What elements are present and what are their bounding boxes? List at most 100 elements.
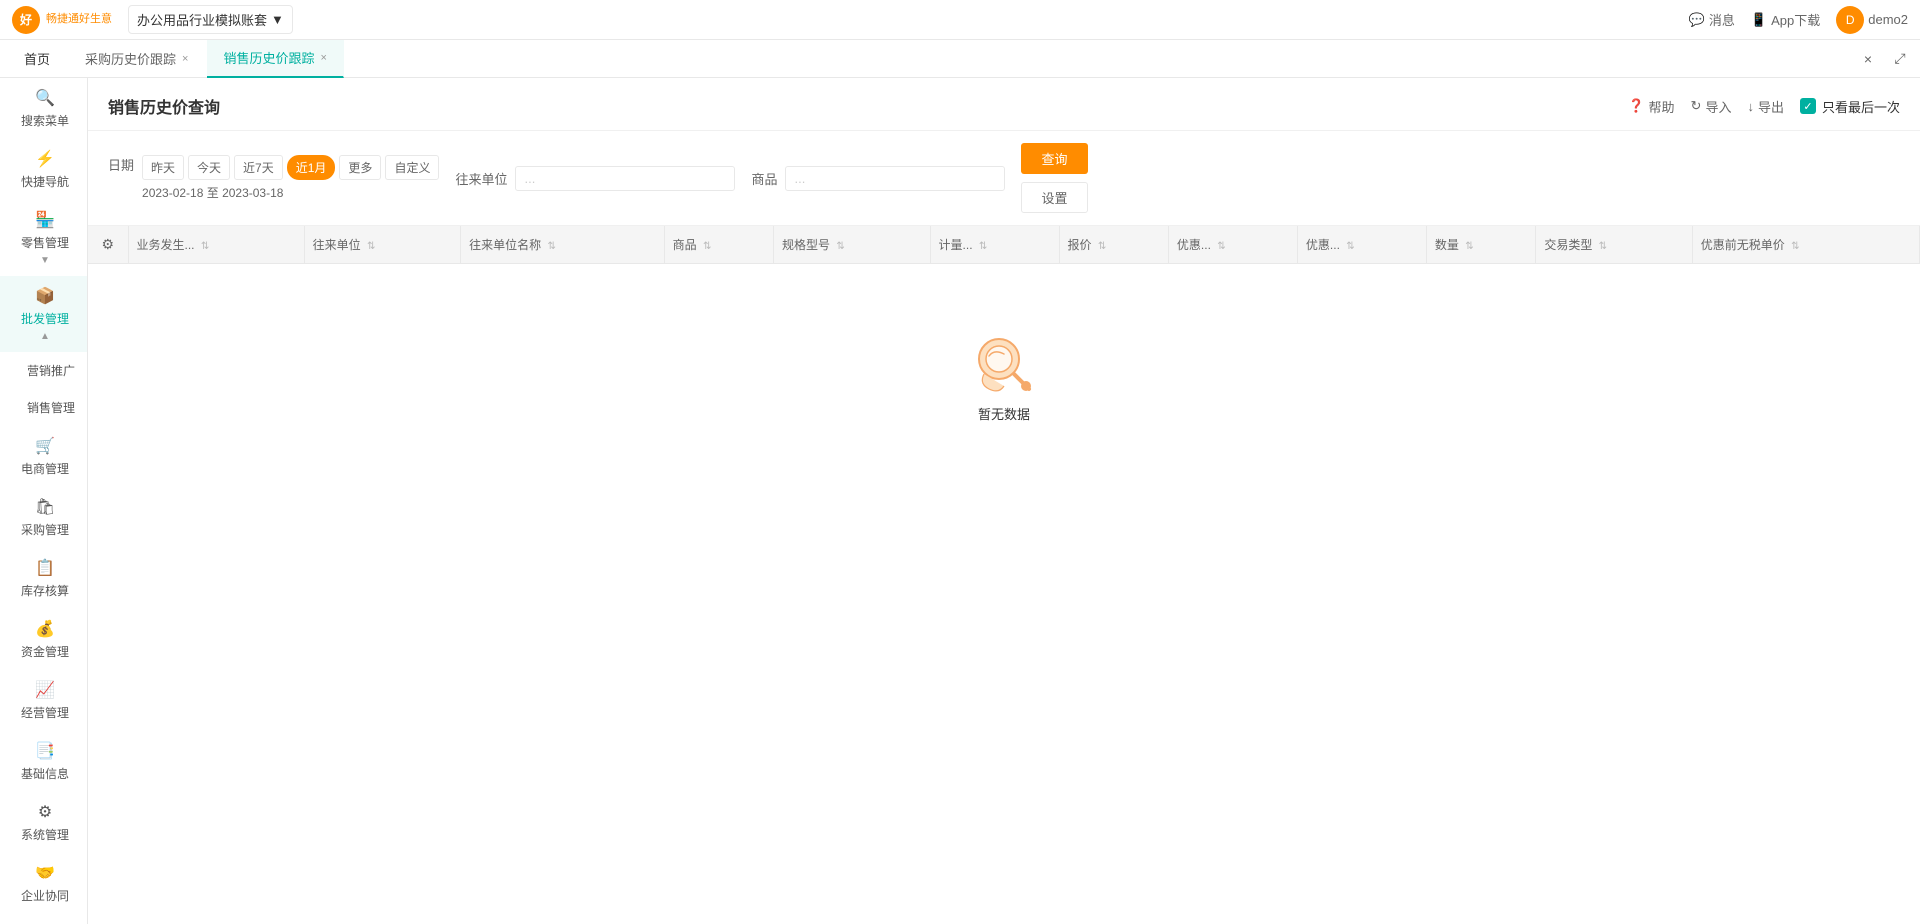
th-goods-sort: ⇅ bbox=[703, 241, 711, 252]
tab-purchase-history[interactable]: 采购历史价跟踪 × bbox=[69, 40, 205, 78]
tab-purchase-history-close[interactable]: × bbox=[182, 53, 188, 65]
message-icon: 💬 bbox=[1689, 12, 1705, 28]
sidebar-item-purchase[interactable]: 🛍 采购管理 bbox=[0, 487, 87, 548]
export-icon: ↓ bbox=[1747, 99, 1754, 114]
system-icon: ⚙ bbox=[38, 802, 52, 822]
th-goods[interactable]: 商品 ⇅ bbox=[664, 226, 773, 264]
sidebar-item-sales-mgmt[interactable]: 销售管理 bbox=[0, 389, 87, 426]
sidebar-item-wholesale[interactable]: 📦 批发管理 ▲ bbox=[0, 276, 87, 352]
column-settings-icon[interactable]: ⚙ bbox=[101, 236, 114, 252]
app-selector-label: 办公用品行业模拟账套 bbox=[137, 10, 267, 29]
th-discount1[interactable]: 优惠... ⇅ bbox=[1168, 226, 1297, 264]
date-btn-more[interactable]: 更多 bbox=[339, 155, 381, 180]
partner-input-value: ... bbox=[524, 171, 535, 186]
operations-icon: 📈 bbox=[35, 680, 55, 700]
import-btn[interactable]: ↻ 导入 bbox=[1691, 97, 1732, 116]
goods-filter-label: 商品 bbox=[751, 169, 777, 188]
sidebar-item-basic-info-label: 基础信息 bbox=[21, 765, 69, 782]
date-filter-group: 日期 昨天 今天 近7天 近1月 更多 自定义 2023-02-18 至 202… bbox=[108, 155, 439, 201]
th-gear[interactable]: ⚙ bbox=[88, 226, 128, 264]
th-spec-sort: ⇅ bbox=[836, 241, 844, 252]
goods-filter-input[interactable]: ... bbox=[785, 166, 1005, 191]
sidebar-item-search-label: 搜索菜单 bbox=[21, 112, 69, 129]
tab-sales-history-close[interactable]: × bbox=[320, 52, 326, 64]
app-name: 畅捷通好生意 bbox=[46, 13, 112, 26]
sidebar-item-system[interactable]: ⚙ 系统管理 bbox=[0, 792, 87, 853]
tab-close-all-btn[interactable]: × bbox=[1856, 47, 1880, 71]
query-button[interactable]: 查询 bbox=[1021, 143, 1087, 174]
th-qty[interactable]: 数量 ⇅ bbox=[1426, 226, 1535, 264]
import-label: 导入 bbox=[1705, 97, 1731, 116]
help-btn[interactable]: ❓ 帮助 bbox=[1628, 97, 1674, 116]
partner-filter-item: 往来单位 ... bbox=[455, 166, 735, 191]
app-logo: 好 bbox=[12, 6, 40, 34]
th-spec-label: 规格型号 bbox=[782, 238, 830, 252]
content-area: 销售历史价查询 ❓ 帮助 ↻ 导入 ↓ 导出 bbox=[88, 78, 1920, 924]
sidebar-item-shortcuts-label: 快捷导航 bbox=[21, 173, 69, 190]
tab-sales-history[interactable]: 销售历史价跟踪 × bbox=[207, 40, 343, 78]
th-pretax-price[interactable]: 优惠前无税单价 ⇅ bbox=[1692, 226, 1919, 264]
empty-text: 暂无数据 bbox=[978, 404, 1030, 423]
sidebar-item-retail[interactable]: 🏪 零售管理 ▼ bbox=[0, 200, 87, 276]
page-header-actions: ❓ 帮助 ↻ 导入 ↓ 导出 只看最后一次 bbox=[1628, 97, 1900, 116]
sidebar-item-ecommerce[interactable]: 🛒 电商管理 bbox=[0, 426, 87, 487]
message-btn[interactable]: 💬 消息 bbox=[1689, 10, 1735, 29]
avatar: D bbox=[1836, 6, 1864, 34]
export-btn[interactable]: ↓ 导出 bbox=[1747, 97, 1784, 116]
sidebar-item-basic-info[interactable]: 📑 基础信息 bbox=[0, 731, 87, 792]
only-last-checkbox[interactable] bbox=[1800, 98, 1816, 114]
page-container: 销售历史价查询 ❓ 帮助 ↻ 导入 ↓ 导出 bbox=[88, 78, 1920, 924]
app-download-btn[interactable]: 📱 App下载 bbox=[1751, 10, 1820, 29]
sidebar-item-marketing[interactable]: 营销推广 bbox=[0, 352, 87, 389]
date-btn-yesterday[interactable]: 昨天 bbox=[142, 155, 184, 180]
sidebar-item-retail-label: 零售管理 bbox=[21, 234, 69, 251]
th-biz-date[interactable]: 业务发生... ⇅ bbox=[128, 226, 304, 264]
th-trade-type-label: 交易类型 bbox=[1544, 238, 1592, 252]
sidebar-item-inventory[interactable]: 📋 库存核算 bbox=[0, 548, 87, 609]
filter-area: 日期 昨天 今天 近7天 近1月 更多 自定义 2023-02-18 至 202… bbox=[88, 131, 1920, 226]
th-biz-date-sort: ⇅ bbox=[201, 241, 209, 252]
only-last-label: 只看最后一次 bbox=[1822, 97, 1900, 116]
date-btn-1month[interactable]: 近1月 bbox=[287, 155, 336, 180]
sidebar-item-finance[interactable]: 💰 资金管理 bbox=[0, 609, 87, 670]
tab-bar: 首页 采购历史价跟踪 × 销售历史价跟踪 × × ⤢ bbox=[0, 40, 1920, 78]
main-layout: 🔍 搜索菜单 ⚡ 快捷导航 🏪 零售管理 ▼ 📦 批发管理 ▲ 营销推广 销售管… bbox=[0, 78, 1920, 924]
only-last-checkbox-area[interactable]: 只看最后一次 bbox=[1800, 97, 1900, 116]
app-selector[interactable]: 办公用品行业模拟账套 ▼ bbox=[128, 5, 293, 34]
th-quote[interactable]: 报价 ⇅ bbox=[1059, 226, 1168, 264]
th-partner-code[interactable]: 往来单位 ⇅ bbox=[304, 226, 460, 264]
th-partner-name[interactable]: 往来单位名称 ⇅ bbox=[461, 226, 665, 264]
th-quote-sort: ⇅ bbox=[1098, 241, 1106, 252]
th-spec[interactable]: 规格型号 ⇅ bbox=[774, 226, 930, 264]
help-label: 帮助 bbox=[1649, 97, 1675, 116]
sidebar-item-search[interactable]: 🔍 搜索菜单 bbox=[0, 78, 87, 139]
th-discount2[interactable]: 优惠... ⇅ bbox=[1297, 226, 1426, 264]
goods-filter-item: 商品 ... bbox=[751, 166, 1005, 191]
basic-info-icon: 📑 bbox=[35, 741, 55, 761]
message-label: 消息 bbox=[1709, 10, 1735, 29]
th-discount1-label: 优惠... bbox=[1177, 238, 1211, 252]
ecommerce-icon: 🛒 bbox=[35, 436, 55, 456]
date-btn-7days[interactable]: 近7天 bbox=[234, 155, 283, 180]
th-unit-sort: ⇅ bbox=[979, 241, 987, 252]
search-icon: 🔍 bbox=[35, 88, 55, 108]
table-header-row: ⚙ 业务发生... ⇅ 往来单位 ⇅ 往来单位名称 bbox=[88, 226, 1920, 264]
sidebar-item-purchase-label: 采购管理 bbox=[21, 521, 69, 538]
user-avatar-area[interactable]: D demo2 bbox=[1836, 6, 1908, 34]
th-unit-label: 计量... bbox=[939, 238, 973, 252]
tab-home[interactable]: 首页 bbox=[8, 40, 67, 78]
logo-area: 好 畅捷通好生意 bbox=[12, 6, 112, 34]
tab-maximize-btn[interactable]: ⤢ bbox=[1888, 47, 1912, 71]
sidebar-item-operations[interactable]: 📈 经营管理 bbox=[0, 670, 87, 731]
partner-filter-input[interactable]: ... bbox=[515, 166, 735, 191]
sidebar-item-enterprise[interactable]: 🤝 企业协同 bbox=[0, 853, 87, 914]
date-btn-today[interactable]: 今天 bbox=[188, 155, 230, 180]
sidebar-item-shortcuts[interactable]: ⚡ 快捷导航 bbox=[0, 139, 87, 200]
settings-button[interactable]: 设置 bbox=[1021, 182, 1087, 213]
th-unit[interactable]: 计量... ⇅ bbox=[930, 226, 1059, 264]
sidebar-item-wholesale-label: 批发管理 bbox=[21, 310, 69, 327]
th-trade-type[interactable]: 交易类型 ⇅ bbox=[1536, 226, 1692, 264]
sidebar-item-guide[interactable]: 🗺 新手引导 bbox=[0, 914, 87, 924]
date-btn-custom[interactable]: 自定义 bbox=[385, 155, 439, 180]
finance-icon: 💰 bbox=[35, 619, 55, 639]
